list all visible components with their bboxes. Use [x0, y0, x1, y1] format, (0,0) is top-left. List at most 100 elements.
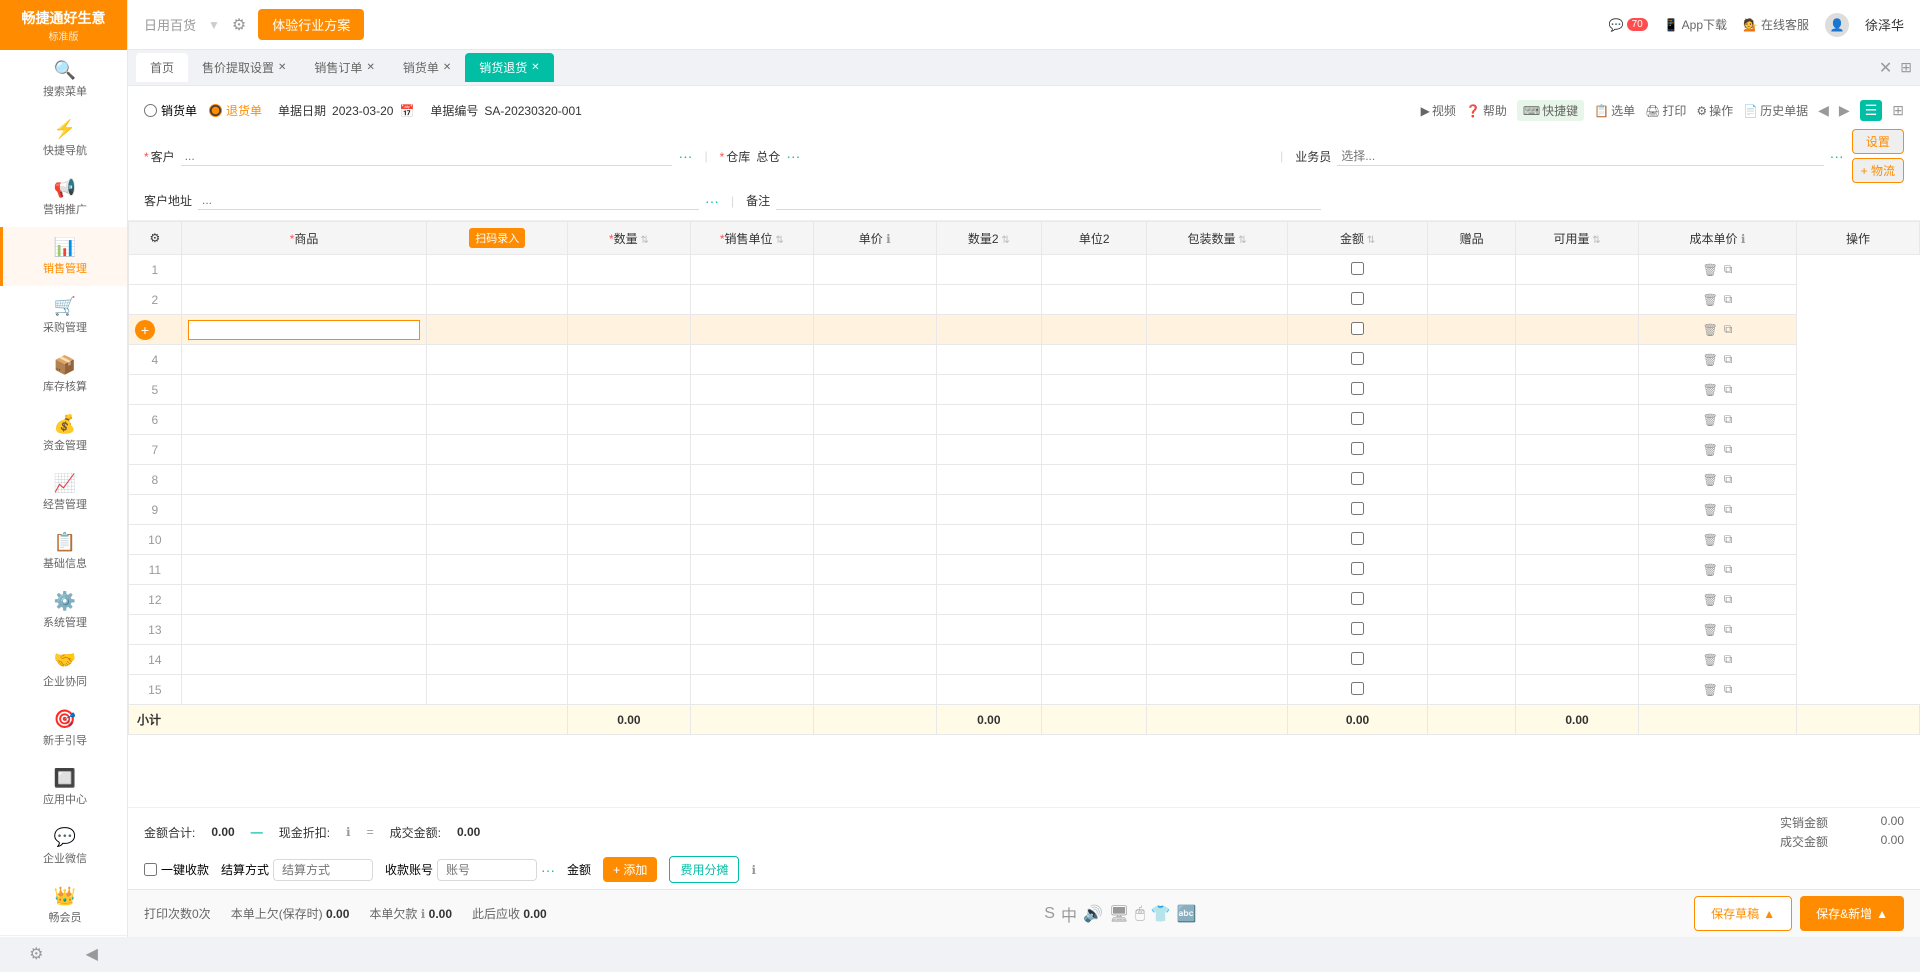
toolbar-operation[interactable]: ⚙ 操作	[1696, 102, 1733, 119]
nav-next-btn[interactable]: ▶	[1839, 102, 1850, 119]
qty2-cell[interactable]	[813, 375, 936, 405]
view-list-btn[interactable]: ☰	[1860, 100, 1883, 121]
product-cell[interactable]	[181, 375, 427, 405]
account-input[interactable]	[437, 859, 537, 881]
unit-cell[interactable]	[567, 495, 690, 525]
unit-cell[interactable]	[567, 525, 690, 555]
pack-cell[interactable]	[1042, 645, 1147, 675]
product-cell[interactable]	[181, 435, 427, 465]
remark-input[interactable]	[776, 191, 1321, 210]
sidebar-item-appstore[interactable]: 🔲 应用中心	[0, 758, 127, 817]
product-cell[interactable]	[181, 525, 427, 555]
gift-checkbox[interactable]	[1351, 442, 1364, 455]
pack-cell[interactable]	[1042, 525, 1147, 555]
avail-cell[interactable]	[1428, 615, 1516, 645]
qty2-cell[interactable]	[813, 345, 936, 375]
qty-cell[interactable]	[427, 375, 567, 405]
price-cell[interactable]	[690, 585, 813, 615]
qty-cell[interactable]	[427, 675, 567, 705]
copy-icon[interactable]: ⧉	[1724, 442, 1733, 457]
sidebar-item-inventory[interactable]: 📦 库存核算	[0, 345, 127, 404]
delete-icon[interactable]: 🗑	[1703, 563, 1718, 577]
copy-icon[interactable]: ⧉	[1724, 322, 1733, 337]
product-cell[interactable]	[181, 585, 427, 615]
delete-icon[interactable]: 🗑	[1703, 263, 1718, 277]
sidebar-settings-icon[interactable]: ⚙	[29, 944, 43, 964]
delete-icon[interactable]: 🗑	[1703, 323, 1718, 337]
amount-cell[interactable]	[1147, 255, 1287, 285]
cost-cell[interactable]	[1516, 525, 1639, 555]
price-cell[interactable]	[690, 315, 813, 345]
copy-icon[interactable]: ⧉	[1724, 412, 1733, 427]
calendar-icon[interactable]: 📅	[399, 104, 414, 118]
unit-cell[interactable]	[567, 285, 690, 315]
qty2-cell[interactable]	[813, 405, 936, 435]
gift-checkbox[interactable]	[1351, 322, 1364, 335]
pack-cell[interactable]	[1042, 405, 1147, 435]
delete-icon[interactable]: 🗑	[1703, 293, 1718, 307]
add-payment-btn[interactable]: + 添加	[603, 857, 657, 882]
pack-cell[interactable]	[1042, 345, 1147, 375]
product-cell[interactable]	[181, 615, 427, 645]
delete-icon[interactable]: 🗑	[1703, 653, 1718, 667]
unit2-cell[interactable]	[936, 555, 1041, 585]
online-service-link[interactable]: 💁 在线客服	[1743, 16, 1809, 33]
avail-cell[interactable]	[1428, 315, 1516, 345]
pack-cell[interactable]	[1042, 255, 1147, 285]
qty-cell[interactable]	[427, 525, 567, 555]
unit2-cell[interactable]	[936, 645, 1041, 675]
amount-cell[interactable]	[1147, 345, 1287, 375]
price-cell[interactable]	[690, 285, 813, 315]
avail-cell[interactable]	[1428, 495, 1516, 525]
toolbar-history[interactable]: 📄 历史单据	[1743, 102, 1808, 119]
pack-cell[interactable]	[1042, 615, 1147, 645]
gift-cell[interactable]	[1287, 255, 1427, 285]
gift-checkbox[interactable]	[1351, 352, 1364, 365]
avail-cell[interactable]	[1428, 345, 1516, 375]
unit-cell[interactable]	[567, 675, 690, 705]
cost-cell[interactable]	[1516, 375, 1639, 405]
sidebar-item-marketing[interactable]: 📢 营销推广	[0, 168, 127, 227]
gift-checkbox[interactable]	[1351, 622, 1364, 635]
amount-cell[interactable]	[1147, 375, 1287, 405]
tab-sales[interactable]: 销货单 ✕	[389, 53, 465, 82]
customer-more-icon[interactable]: ···	[678, 148, 692, 164]
cost-cell[interactable]	[1516, 495, 1639, 525]
pack-cell[interactable]	[1042, 435, 1147, 465]
copy-icon[interactable]: ⧉	[1724, 562, 1733, 577]
amount-cell[interactable]	[1147, 615, 1287, 645]
avail-cell[interactable]	[1428, 435, 1516, 465]
cost-cell[interactable]	[1516, 465, 1639, 495]
product-cell[interactable]	[181, 345, 427, 375]
unit2-cell[interactable]	[936, 435, 1041, 465]
qty-cell[interactable]	[427, 345, 567, 375]
copy-icon[interactable]: ⧉	[1724, 622, 1733, 637]
pack-cell[interactable]	[1042, 585, 1147, 615]
pack-cell[interactable]	[1042, 675, 1147, 705]
qty2-cell[interactable]	[813, 615, 936, 645]
price-cell[interactable]	[690, 495, 813, 525]
delete-icon[interactable]: 🗑	[1703, 503, 1718, 517]
pack-cell[interactable]	[1042, 555, 1147, 585]
delete-icon[interactable]: 🗑	[1703, 593, 1718, 607]
delete-icon[interactable]: 🗑	[1703, 353, 1718, 367]
avail-cell[interactable]	[1428, 255, 1516, 285]
delete-icon[interactable]: 🗑	[1703, 413, 1718, 427]
avail-cell[interactable]	[1428, 375, 1516, 405]
tab-sales-order-close[interactable]: ✕	[366, 62, 374, 73]
qty2-cell[interactable]	[813, 435, 936, 465]
warehouse-more-icon[interactable]: ···	[786, 148, 800, 164]
fee-split-btn[interactable]: 费用分摊	[669, 856, 739, 883]
gift-cell[interactable]	[1287, 315, 1427, 345]
qty2-cell[interactable]	[813, 495, 936, 525]
gift-cell[interactable]	[1287, 555, 1427, 585]
gift-cell[interactable]	[1287, 615, 1427, 645]
gift-cell[interactable]	[1287, 465, 1427, 495]
qty-cell[interactable]	[427, 615, 567, 645]
price-cell[interactable]	[690, 675, 813, 705]
gift-checkbox[interactable]	[1351, 472, 1364, 485]
unit2-cell[interactable]	[936, 345, 1041, 375]
delete-icon[interactable]: 🗑	[1703, 623, 1718, 637]
price-cell[interactable]	[690, 435, 813, 465]
unit2-cell[interactable]	[936, 585, 1041, 615]
